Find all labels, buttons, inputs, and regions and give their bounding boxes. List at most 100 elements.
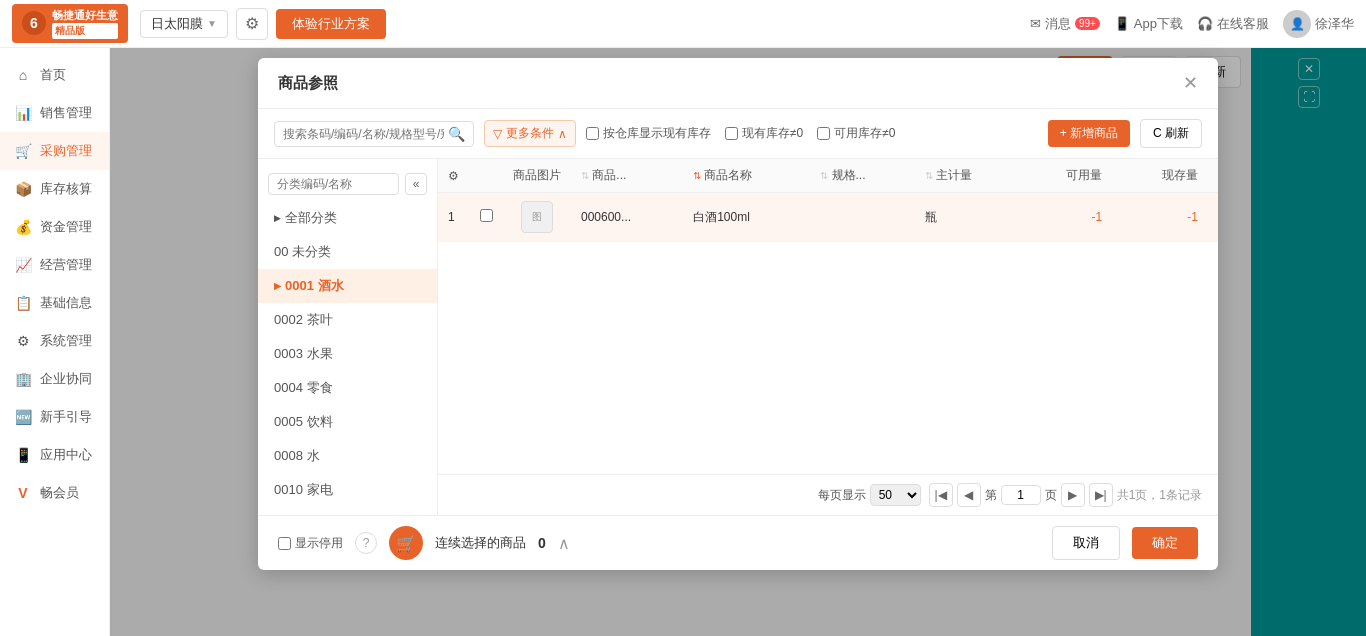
next-page-button[interactable]: ▶ bbox=[1061, 483, 1085, 507]
modal-footer: 显示停用 ? 🛒 连续选择的商品 0 ∧ 取消 确定 bbox=[258, 515, 1218, 570]
cb-warehouse[interactable]: 按仓库显示现有库存 bbox=[586, 125, 711, 142]
page-label: 页 bbox=[1045, 487, 1057, 504]
category-item-0008[interactable]: 0008 水 bbox=[258, 439, 437, 473]
refresh-button[interactable]: C 刷新 bbox=[1140, 119, 1202, 148]
message-btn[interactable]: ✉ 消息 99+ bbox=[1030, 15, 1100, 33]
operations-icon: 📈 bbox=[14, 256, 32, 274]
col-checkbox bbox=[470, 159, 503, 193]
sidebar-item-sales[interactable]: 📊 销售管理 bbox=[0, 94, 109, 132]
filter-icon: ▽ bbox=[493, 127, 502, 141]
sidebar-item-finance[interactable]: 💰 资金管理 bbox=[0, 208, 109, 246]
row-checkbox-input[interactable] bbox=[480, 209, 493, 222]
collapse-category-icon[interactable]: « bbox=[405, 173, 427, 195]
col-stock[interactable]: 现存量 bbox=[1112, 159, 1218, 193]
app-download-btn[interactable]: 📱 App下载 bbox=[1114, 15, 1183, 33]
prev-page-button[interactable]: ◀ bbox=[957, 483, 981, 507]
cb-show-disabled[interactable]: 显示停用 bbox=[278, 535, 343, 552]
message-badge: 99+ bbox=[1075, 17, 1100, 30]
filter-button[interactable]: ▽ 更多条件 ∧ bbox=[484, 120, 576, 147]
first-page-button[interactable]: |◀ bbox=[929, 483, 953, 507]
cart-icon: 🛒 bbox=[396, 534, 416, 553]
sidebar-item-system[interactable]: ⚙ 系统管理 bbox=[0, 322, 109, 360]
sort-icon: ⇅ bbox=[693, 170, 701, 181]
system-icon: ⚙ bbox=[14, 332, 32, 350]
category-item-0003[interactable]: 0003 水果 bbox=[258, 337, 437, 371]
selector-label: 日太阳膜 bbox=[151, 15, 203, 33]
category-item-0002[interactable]: 0002 茶叶 bbox=[258, 303, 437, 337]
category-item-0010[interactable]: 0010 家电 bbox=[258, 473, 437, 507]
cb-available[interactable]: 可用库存≠0 bbox=[817, 125, 895, 142]
content-area: ✕ ⛶ 查询 设置 刷新 商品参照 ✕ 🔍 bbox=[110, 48, 1366, 636]
nav-selector[interactable]: 日太阳膜 ▼ bbox=[140, 10, 228, 38]
sidebar-item-enterprise[interactable]: 🏢 企业协同 bbox=[0, 360, 109, 398]
modal: 商品参照 ✕ 🔍 ▽ 更多条件 ∧ bbox=[258, 58, 1218, 570]
exp-button[interactable]: 体验行业方案 bbox=[276, 9, 386, 39]
sidebar-item-guide[interactable]: 🆕 新手引导 bbox=[0, 398, 109, 436]
cb-disabled-input[interactable] bbox=[278, 537, 291, 550]
basic-icon: 📋 bbox=[14, 294, 32, 312]
col-image: 商品图片 bbox=[503, 159, 571, 193]
category-item-0004[interactable]: 0004 零食 bbox=[258, 371, 437, 405]
data-table: ⚙ 商品图片 ⇅ 商品... bbox=[438, 159, 1218, 242]
collapse-icon[interactable]: ∧ bbox=[558, 534, 570, 553]
col-name[interactable]: ⇅ 商品名称 bbox=[683, 159, 810, 193]
message-label: 消息 bbox=[1045, 15, 1071, 33]
modal-title: 商品参照 bbox=[278, 74, 338, 93]
sidebar-item-label: 应用中心 bbox=[40, 446, 92, 464]
help-icon[interactable]: ? bbox=[355, 532, 377, 554]
search-input[interactable] bbox=[283, 127, 444, 141]
logo-icon: 6 bbox=[22, 11, 46, 35]
modal-body: « ▶ 全部分类 00 未分类 ▶ 0001 酒水 bbox=[258, 159, 1218, 515]
col-unit[interactable]: ⇅ 主计量 bbox=[915, 159, 1023, 193]
row-spec bbox=[810, 193, 915, 242]
sidebar-item-home[interactable]: ⌂ 首页 bbox=[0, 56, 109, 94]
category-item-0001[interactable]: ▶ 0001 酒水 bbox=[258, 269, 437, 303]
sidebar-item-label: 资金管理 bbox=[40, 218, 92, 236]
page-size-dropdown[interactable]: 102050100 bbox=[870, 484, 921, 506]
confirm-button[interactable]: 确定 bbox=[1132, 527, 1198, 559]
col-code[interactable]: ⇅ 商品... bbox=[571, 159, 683, 193]
category-item-0005[interactable]: 0005 饮料 bbox=[258, 405, 437, 439]
page-size-select: 每页显示 102050100 bbox=[818, 484, 921, 506]
user-avatar: 👤 bbox=[1283, 10, 1311, 38]
sidebar-item-label: 库存核算 bbox=[40, 180, 92, 198]
category-search-input[interactable] bbox=[268, 173, 399, 195]
cb-available-input[interactable] bbox=[817, 127, 830, 140]
cb-existing-input[interactable] bbox=[725, 127, 738, 140]
sidebar-item-operations[interactable]: 📈 经营管理 bbox=[0, 246, 109, 284]
sidebar-item-appcenter[interactable]: 📱 应用中心 bbox=[0, 436, 109, 474]
page-size-label: 每页显示 bbox=[818, 487, 866, 504]
cb-warehouse-input[interactable] bbox=[586, 127, 599, 140]
user-area[interactable]: 👤 徐泽华 bbox=[1283, 10, 1354, 38]
cb-existing-label: 现有库存≠0 bbox=[742, 125, 803, 142]
add-product-button[interactable]: + 新增商品 bbox=[1048, 120, 1130, 147]
table-row[interactable]: 1 图 000600... 白酒100ml bbox=[438, 193, 1218, 242]
close-icon[interactable]: ✕ bbox=[1183, 72, 1198, 94]
table-scroll[interactable]: ⚙ 商品图片 ⇅ 商品... bbox=[438, 159, 1218, 439]
cart-button[interactable]: 🛒 bbox=[389, 526, 423, 560]
sidebar-item-member[interactable]: V 畅会员 bbox=[0, 474, 109, 512]
modal-header: 商品参照 ✕ bbox=[258, 58, 1218, 109]
search-icon[interactable]: 🔍 bbox=[448, 126, 465, 142]
sidebar-item-purchase[interactable]: 🛒 采购管理 bbox=[0, 132, 109, 170]
online-service-label: 在线客服 bbox=[1217, 15, 1269, 33]
row-checkbox[interactable] bbox=[470, 193, 503, 242]
inventory-icon: 📦 bbox=[14, 180, 32, 198]
sidebar-item-basic[interactable]: 📋 基础信息 bbox=[0, 284, 109, 322]
online-service-btn[interactable]: 🎧 在线客服 bbox=[1197, 15, 1269, 33]
cat-label: 0003 水果 bbox=[274, 345, 333, 363]
sidebar-item-inventory[interactable]: 📦 库存核算 bbox=[0, 170, 109, 208]
category-item-00[interactable]: 00 未分类 bbox=[258, 235, 437, 269]
category-item-all[interactable]: ▶ 全部分类 bbox=[258, 201, 437, 235]
sidebar-item-label: 采购管理 bbox=[40, 142, 92, 160]
sidebar-item-label: 经营管理 bbox=[40, 256, 92, 274]
page-number-input[interactable] bbox=[1001, 485, 1041, 505]
cancel-button[interactable]: 取消 bbox=[1052, 526, 1120, 560]
cb-existing[interactable]: 现有库存≠0 bbox=[725, 125, 803, 142]
headset-icon: 🎧 bbox=[1197, 16, 1213, 31]
last-page-button[interactable]: ▶| bbox=[1089, 483, 1113, 507]
col-gear[interactable]: ⚙ bbox=[438, 159, 470, 193]
settings-icon[interactable]: ⚙ bbox=[236, 8, 268, 40]
col-spec[interactable]: ⇅ 规格... bbox=[810, 159, 915, 193]
col-available[interactable]: 可用量 bbox=[1023, 159, 1113, 193]
